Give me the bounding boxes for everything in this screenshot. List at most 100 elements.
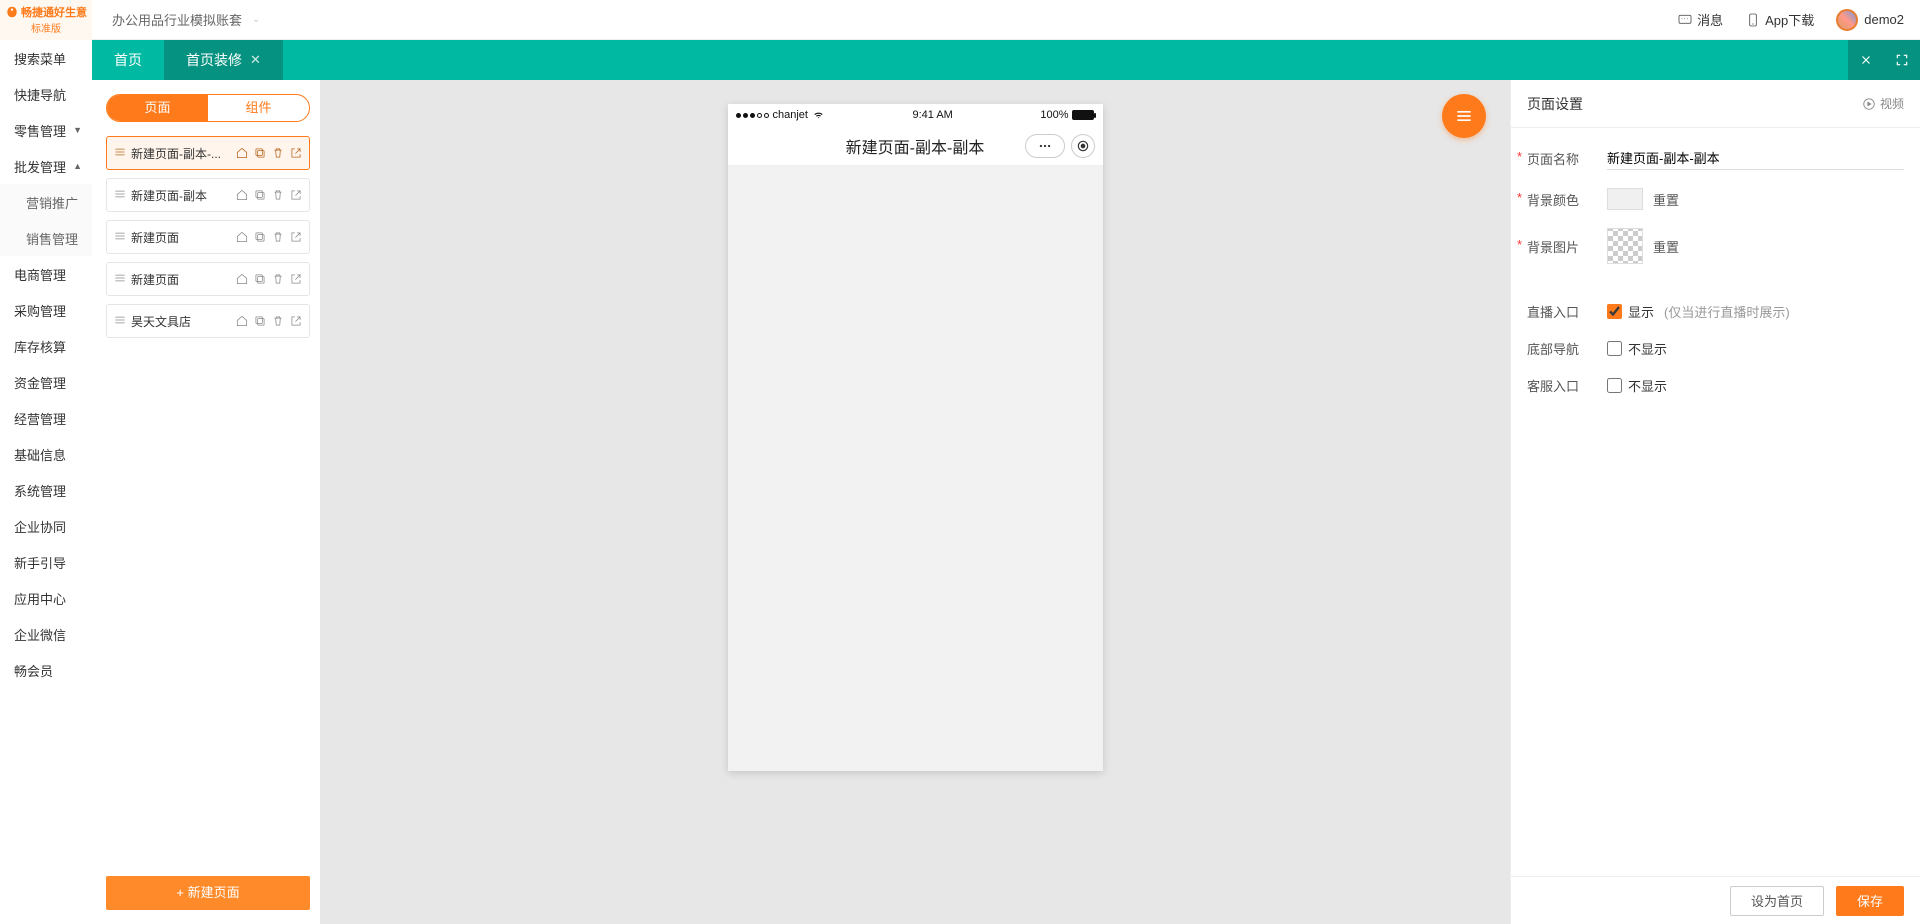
- copy-icon[interactable]: [253, 146, 267, 160]
- page-row[interactable]: 新建页面-副本: [106, 178, 310, 212]
- link-icon[interactable]: [289, 146, 303, 160]
- service-checkbox[interactable]: 不显示: [1607, 376, 1667, 395]
- messages-label: 消息: [1697, 10, 1723, 29]
- home-icon[interactable]: [235, 314, 249, 328]
- tab-close-icon[interactable]: ✕: [250, 52, 261, 68]
- delete-icon[interactable]: [271, 230, 285, 244]
- phone-title: 新建页面-副本-副本: [846, 134, 985, 158]
- sidebar-item-17[interactable]: 畅会员: [0, 652, 92, 688]
- status-time: 9:41 AM: [912, 109, 952, 121]
- drag-icon[interactable]: [113, 229, 127, 246]
- copy-icon[interactable]: [253, 314, 267, 328]
- drag-icon[interactable]: [113, 313, 127, 330]
- sidebar-item-9[interactable]: 资金管理: [0, 364, 92, 400]
- drag-icon[interactable]: [113, 145, 127, 162]
- sidebar-item-14[interactable]: 新手引导: [0, 544, 92, 580]
- sidebar-item-label: 企业协同: [14, 517, 66, 536]
- account-selector[interactable]: 办公用品行业模拟账套 ⌄: [112, 10, 260, 29]
- sidebar-item-6[interactable]: 电商管理: [0, 256, 92, 292]
- lp-tab-page[interactable]: 页面: [107, 95, 208, 121]
- sidebar-item-16[interactable]: 企业微信: [0, 616, 92, 652]
- field-label-live: 直播入口: [1527, 302, 1607, 321]
- home-icon[interactable]: [235, 146, 249, 160]
- delete-icon[interactable]: [271, 188, 285, 202]
- save-button[interactable]: 保存: [1836, 886, 1904, 916]
- sidebar-item-1[interactable]: 快捷导航: [0, 76, 92, 112]
- sidebar-item-label: 快捷导航: [14, 85, 66, 104]
- sidebar-item-5[interactable]: 销售管理: [0, 220, 92, 256]
- sidebar-item-0[interactable]: 搜索菜单: [0, 40, 92, 76]
- tabbar-close-button[interactable]: [1848, 40, 1884, 80]
- delete-icon[interactable]: [271, 314, 285, 328]
- page-name: 新建页面: [131, 229, 231, 246]
- copy-icon[interactable]: [253, 272, 267, 286]
- new-page-button[interactable]: + 新建页面: [106, 876, 310, 910]
- drag-icon[interactable]: [113, 271, 127, 288]
- sidebar-item-12[interactable]: 系统管理: [0, 472, 92, 508]
- battery-label: 100%: [1040, 109, 1068, 121]
- sidebar-item-8[interactable]: 库存核算: [0, 328, 92, 364]
- page-name-input[interactable]: [1607, 146, 1904, 170]
- play-icon: [1862, 97, 1876, 111]
- bgcolor-reset[interactable]: 重置: [1653, 190, 1679, 209]
- sidebar-item-13[interactable]: 企业协同: [0, 508, 92, 544]
- close-icon: [1859, 53, 1873, 67]
- link-icon[interactable]: [289, 314, 303, 328]
- tab-1[interactable]: 首页装修 ✕: [164, 40, 283, 80]
- page-row[interactable]: 新建页面-副本-...: [106, 136, 310, 170]
- page-row[interactable]: 新建页面: [106, 262, 310, 296]
- live-checkbox[interactable]: 显示 (仅当进行直播时展示): [1607, 302, 1790, 321]
- brand-icon: [5, 5, 19, 19]
- sidebar: 搜索菜单快捷导航零售管理▼批发管理▲营销推广销售管理电商管理采购管理库存核算资金…: [0, 40, 92, 924]
- sidebar-item-2[interactable]: 零售管理▼: [0, 112, 92, 148]
- phone-statusbar: chanjet 9:41 AM 100%: [728, 104, 1103, 126]
- home-icon[interactable]: [235, 230, 249, 244]
- set-home-button[interactable]: 设为首页: [1730, 886, 1824, 916]
- menu-icon: [1454, 106, 1474, 126]
- drag-icon[interactable]: [113, 187, 127, 204]
- page-name: 新建页面: [131, 271, 231, 288]
- bottomnav-checkbox[interactable]: 不显示: [1607, 339, 1667, 358]
- phone-body[interactable]: [728, 166, 1103, 771]
- sidebar-item-15[interactable]: 应用中心: [0, 580, 92, 616]
- user-label: demo2: [1864, 12, 1904, 27]
- sidebar-item-7[interactable]: 采购管理: [0, 292, 92, 328]
- mini-program-close-icon: [1071, 134, 1095, 158]
- app-download-link[interactable]: App下载: [1745, 10, 1814, 29]
- canvas: chanjet 9:41 AM 100% 新建页面-副本-副本: [320, 80, 1510, 924]
- bgimg-swatch[interactable]: [1607, 228, 1643, 264]
- sidebar-item-3[interactable]: 批发管理▲: [0, 148, 92, 184]
- tab-0[interactable]: 首页: [92, 40, 164, 80]
- settings-panel: 页面设置 视频 页面名称 背景颜色 重置: [1510, 80, 1920, 924]
- sidebar-item-11[interactable]: 基础信息: [0, 436, 92, 472]
- copy-icon[interactable]: [253, 188, 267, 202]
- copy-icon[interactable]: [253, 230, 267, 244]
- bgimg-reset[interactable]: 重置: [1653, 237, 1679, 256]
- delete-icon[interactable]: [271, 272, 285, 286]
- page-row[interactable]: 昊天文具店: [106, 304, 310, 338]
- service-label: 不显示: [1628, 376, 1667, 395]
- lp-tab-component[interactable]: 组件: [208, 95, 309, 121]
- home-icon[interactable]: [235, 188, 249, 202]
- user-menu[interactable]: demo2: [1836, 9, 1904, 31]
- home-icon[interactable]: [235, 272, 249, 286]
- phone-preview: chanjet 9:41 AM 100% 新建页面-副本-副本: [728, 104, 1103, 771]
- sidebar-item-label: 资金管理: [14, 373, 66, 392]
- video-help-link[interactable]: 视频: [1862, 95, 1904, 112]
- sidebar-item-label: 销售管理: [26, 229, 78, 248]
- bgcolor-swatch[interactable]: [1607, 188, 1643, 210]
- delete-icon[interactable]: [271, 146, 285, 160]
- toggle-left-panel-button[interactable]: [1442, 94, 1486, 138]
- sidebar-item-10[interactable]: 经营管理: [0, 400, 92, 436]
- sidebar-item-label: 库存核算: [14, 337, 66, 356]
- messages-link[interactable]: 消息: [1677, 10, 1723, 29]
- tabbar-fullscreen-button[interactable]: [1884, 40, 1920, 80]
- link-icon[interactable]: [289, 230, 303, 244]
- link-icon[interactable]: [289, 272, 303, 286]
- link-icon[interactable]: [289, 188, 303, 202]
- sidebar-item-4[interactable]: 营销推广: [0, 184, 92, 220]
- page-row[interactable]: 新建页面: [106, 220, 310, 254]
- logo[interactable]: 畅捷通好生意 标准版: [0, 0, 92, 40]
- tab-label: 首页装修: [186, 50, 242, 70]
- sidebar-item-label: 经营管理: [14, 409, 66, 428]
